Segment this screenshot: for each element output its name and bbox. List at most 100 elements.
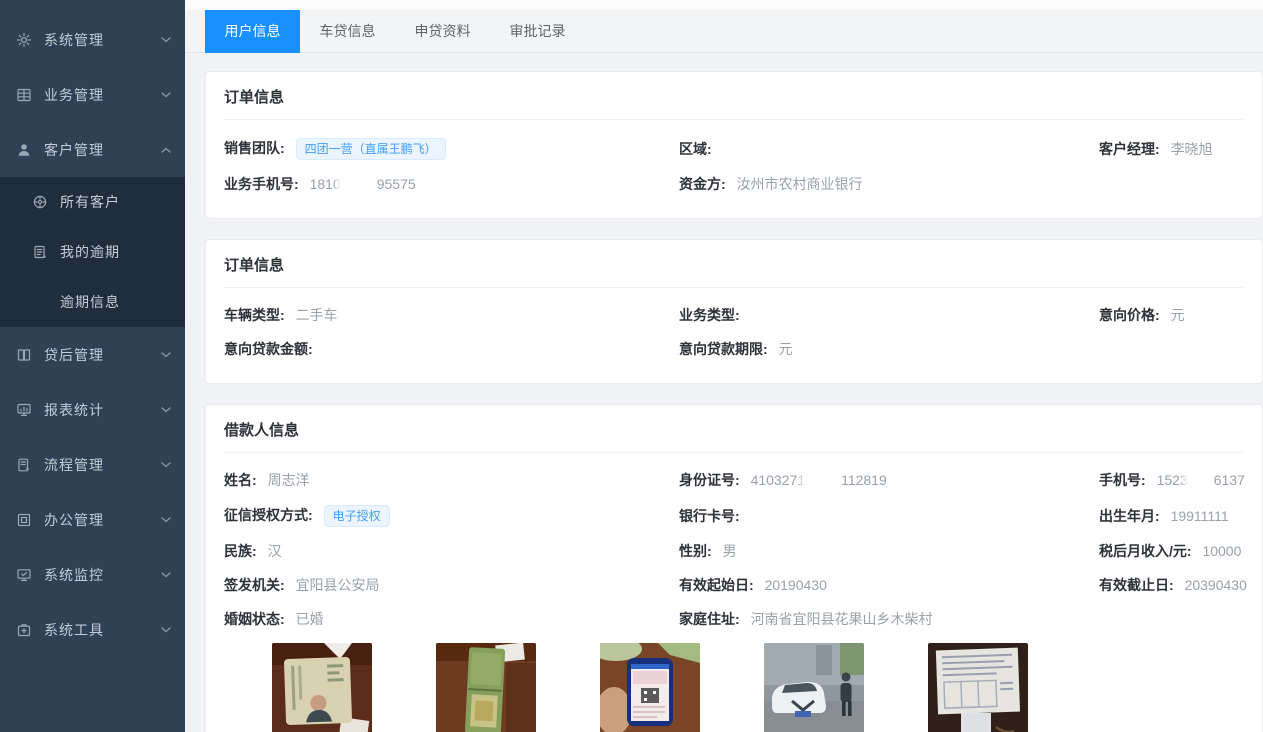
field-bank-card: 银行卡号: bbox=[679, 507, 1099, 526]
field-name: 姓名: 周志洋 bbox=[224, 471, 679, 490]
sidebar-item-system-monitor[interactable]: 系统监控 bbox=[0, 547, 185, 602]
chevron-down-icon bbox=[161, 37, 171, 43]
tab-loan-application-materials[interactable]: 申贷资料 bbox=[395, 10, 490, 53]
section-title: 订单信息 bbox=[224, 86, 1244, 120]
tab-approval-records[interactable]: 审批记录 bbox=[490, 10, 585, 53]
chevron-down-icon bbox=[161, 92, 171, 98]
borrower-photos: 人像面 bbox=[224, 643, 1244, 732]
sidebar-item-label: 系统监控 bbox=[44, 565, 161, 585]
workflow-icon bbox=[16, 457, 32, 473]
chevron-down-icon bbox=[161, 462, 171, 468]
field-marital-status: 婚姻状态: 已婚 bbox=[224, 610, 679, 629]
redaction-blur bbox=[1188, 473, 1214, 486]
handwritten-doc-photo[interactable] bbox=[928, 643, 1028, 732]
sidebar-item-label: 系统管理 bbox=[44, 30, 161, 50]
chevron-down-icon bbox=[161, 352, 171, 358]
toolbox-icon bbox=[16, 622, 32, 638]
sidebar-item-label: 流程管理 bbox=[44, 455, 161, 475]
peoples-icon bbox=[32, 194, 48, 210]
sidebar-item-business-management[interactable]: 业务管理 bbox=[0, 67, 185, 122]
field-intended-price: 意向价格: 元 bbox=[1099, 306, 1244, 325]
sidebar-item-label: 逾期信息 bbox=[60, 292, 171, 312]
chevron-down-icon bbox=[161, 572, 171, 578]
field-intended-loan-amount: 意向贷款金额: bbox=[224, 340, 679, 359]
sidebar-item-system-management[interactable]: 系统管理 bbox=[0, 12, 185, 67]
main-content: 用户信息 车贷信息 申贷资料 审批记录 订单信息 销售团队: 四团一营（直属王鹏… bbox=[185, 0, 1263, 732]
borrower-info-card: 借款人信息 姓名: 周志洋 身份证号: 4103271112819 手机号: 1… bbox=[205, 404, 1263, 732]
redaction-blur bbox=[341, 177, 377, 190]
sidebar-item-label: 业务管理 bbox=[44, 85, 161, 105]
sidebar-item-overdue-info[interactable]: 逾期信息 bbox=[0, 277, 185, 327]
id-card-photo[interactable] bbox=[272, 643, 372, 732]
photo-item: 人车合影 bbox=[764, 643, 864, 732]
field-issuing-authority: 签发机关: 宜阳县公安局 bbox=[224, 576, 679, 595]
license-booklet-photo[interactable] bbox=[436, 643, 536, 732]
sidebar-item-label: 办公管理 bbox=[44, 510, 161, 530]
office-icon bbox=[16, 512, 32, 528]
sidebar-item-system-tools[interactable]: 系统工具 bbox=[0, 602, 185, 657]
gear-icon bbox=[16, 32, 32, 48]
tab-user-info[interactable]: 用户信息 bbox=[205, 10, 300, 53]
chart-monitor-icon bbox=[16, 402, 32, 418]
order-info-card-1: 订单信息 销售团队: 四团一营（直属王鹏飞） 区域: 客户经理: 李晓旭 bbox=[205, 71, 1263, 219]
section-title: 借款人信息 bbox=[224, 419, 1244, 453]
person-car-photo[interactable] bbox=[764, 643, 864, 732]
cards-area: 订单信息 销售团队: 四团一营（直属王鹏飞） 区域: 客户经理: 李晓旭 bbox=[185, 53, 1263, 732]
sidebar-item-label: 客户管理 bbox=[44, 140, 161, 160]
field-valid-from: 有效起始日: 20190430 bbox=[679, 576, 1099, 595]
sidebar-item-label: 所有客户 bbox=[60, 192, 171, 212]
sidebar-item-label: 系统工具 bbox=[44, 620, 161, 640]
photo-item: 驾驶证副页 bbox=[436, 643, 536, 732]
top-strip bbox=[185, 0, 1263, 10]
sidebar-item-report-statistics[interactable]: 报表统计 bbox=[0, 382, 185, 437]
sidebar-item-office-management[interactable]: 办公管理 bbox=[0, 492, 185, 547]
field-intended-loan-term: 意向贷款期限: 元 bbox=[679, 340, 1099, 359]
field-business-phone: 业务手机号: 181095575 bbox=[224, 175, 679, 194]
chevron-down-icon bbox=[161, 627, 171, 633]
field-valid-to: 有效截止日: 20390430 bbox=[1099, 576, 1247, 595]
field-id-number: 身份证号: 4103271112819 bbox=[679, 471, 1099, 490]
field-sales-team: 销售团队: 四团一营（直属王鹏飞） bbox=[224, 138, 679, 160]
section-title: 订单信息 bbox=[224, 254, 1244, 288]
field-mobile-phone: 手机号: 15236137 bbox=[1099, 471, 1247, 490]
sidebar: 系统管理 业务管理 客户管理 所有客户 bbox=[0, 0, 185, 732]
photo-item: 征信授权书 bbox=[600, 643, 700, 732]
photo-item: 人像面 bbox=[272, 643, 372, 732]
field-customer-manager: 客户经理: 李晓旭 bbox=[1099, 140, 1244, 159]
field-monthly-income: 税后月收入/元: 10000 bbox=[1099, 542, 1247, 561]
chevron-down-icon bbox=[161, 407, 171, 413]
book-icon bbox=[16, 347, 32, 363]
photo-item: 结婚证明 bbox=[928, 643, 1028, 732]
field-vehicle-type: 车辆类型: 二手车 bbox=[224, 306, 679, 325]
order-info-card-2: 订单信息 车辆类型: 二手车 业务类型: 意向价格: 元 bbox=[205, 239, 1263, 384]
sidebar-item-all-customers[interactable]: 所有客户 bbox=[0, 177, 185, 227]
sidebar-item-my-overdue[interactable]: 我的逾期 bbox=[0, 227, 185, 277]
sidebar-item-postloan-management[interactable]: 贷后管理 bbox=[0, 327, 185, 382]
field-gender: 性别: 男 bbox=[679, 542, 1099, 561]
sidebar-item-workflow-management[interactable]: 流程管理 bbox=[0, 437, 185, 492]
chevron-up-icon bbox=[161, 147, 171, 153]
phone-auth-photo[interactable] bbox=[600, 643, 700, 732]
sidebar-item-label: 贷后管理 bbox=[44, 345, 161, 365]
field-business-type: 业务类型: bbox=[679, 306, 1099, 325]
grid-icon bbox=[16, 87, 32, 103]
user-icon bbox=[16, 142, 32, 158]
chevron-down-icon bbox=[161, 517, 171, 523]
sidebar-item-label: 我的逾期 bbox=[60, 242, 171, 262]
field-home-address: 家庭住址: 河南省宜阳县花果山乡木柴村 bbox=[679, 610, 1099, 629]
credit-auth-tag[interactable]: 电子授权 bbox=[324, 505, 390, 527]
redaction-blur bbox=[805, 473, 841, 486]
sales-team-tag[interactable]: 四团一营（直属王鹏飞） bbox=[296, 138, 446, 160]
tab-car-loan-info[interactable]: 车贷信息 bbox=[300, 10, 395, 53]
field-region: 区域: bbox=[679, 140, 1099, 159]
document-icon bbox=[32, 244, 48, 260]
detail-tabs: 用户信息 车贷信息 申贷资料 审批记录 bbox=[185, 10, 1263, 53]
field-credit-auth-method: 征信授权方式: 电子授权 bbox=[224, 505, 679, 527]
customer-submenu: 所有客户 我的逾期 逾期信息 bbox=[0, 177, 185, 327]
field-birth-date: 出生年月: 19911111 bbox=[1099, 507, 1247, 526]
sidebar-item-customer-management[interactable]: 客户管理 bbox=[0, 122, 185, 177]
sidebar-item-label: 报表统计 bbox=[44, 400, 161, 420]
monitor-check-icon bbox=[16, 567, 32, 583]
app-root: 系统管理 业务管理 客户管理 所有客户 bbox=[0, 0, 1263, 732]
field-funder: 资金方: 汝州市农村商业银行 bbox=[679, 175, 1099, 194]
